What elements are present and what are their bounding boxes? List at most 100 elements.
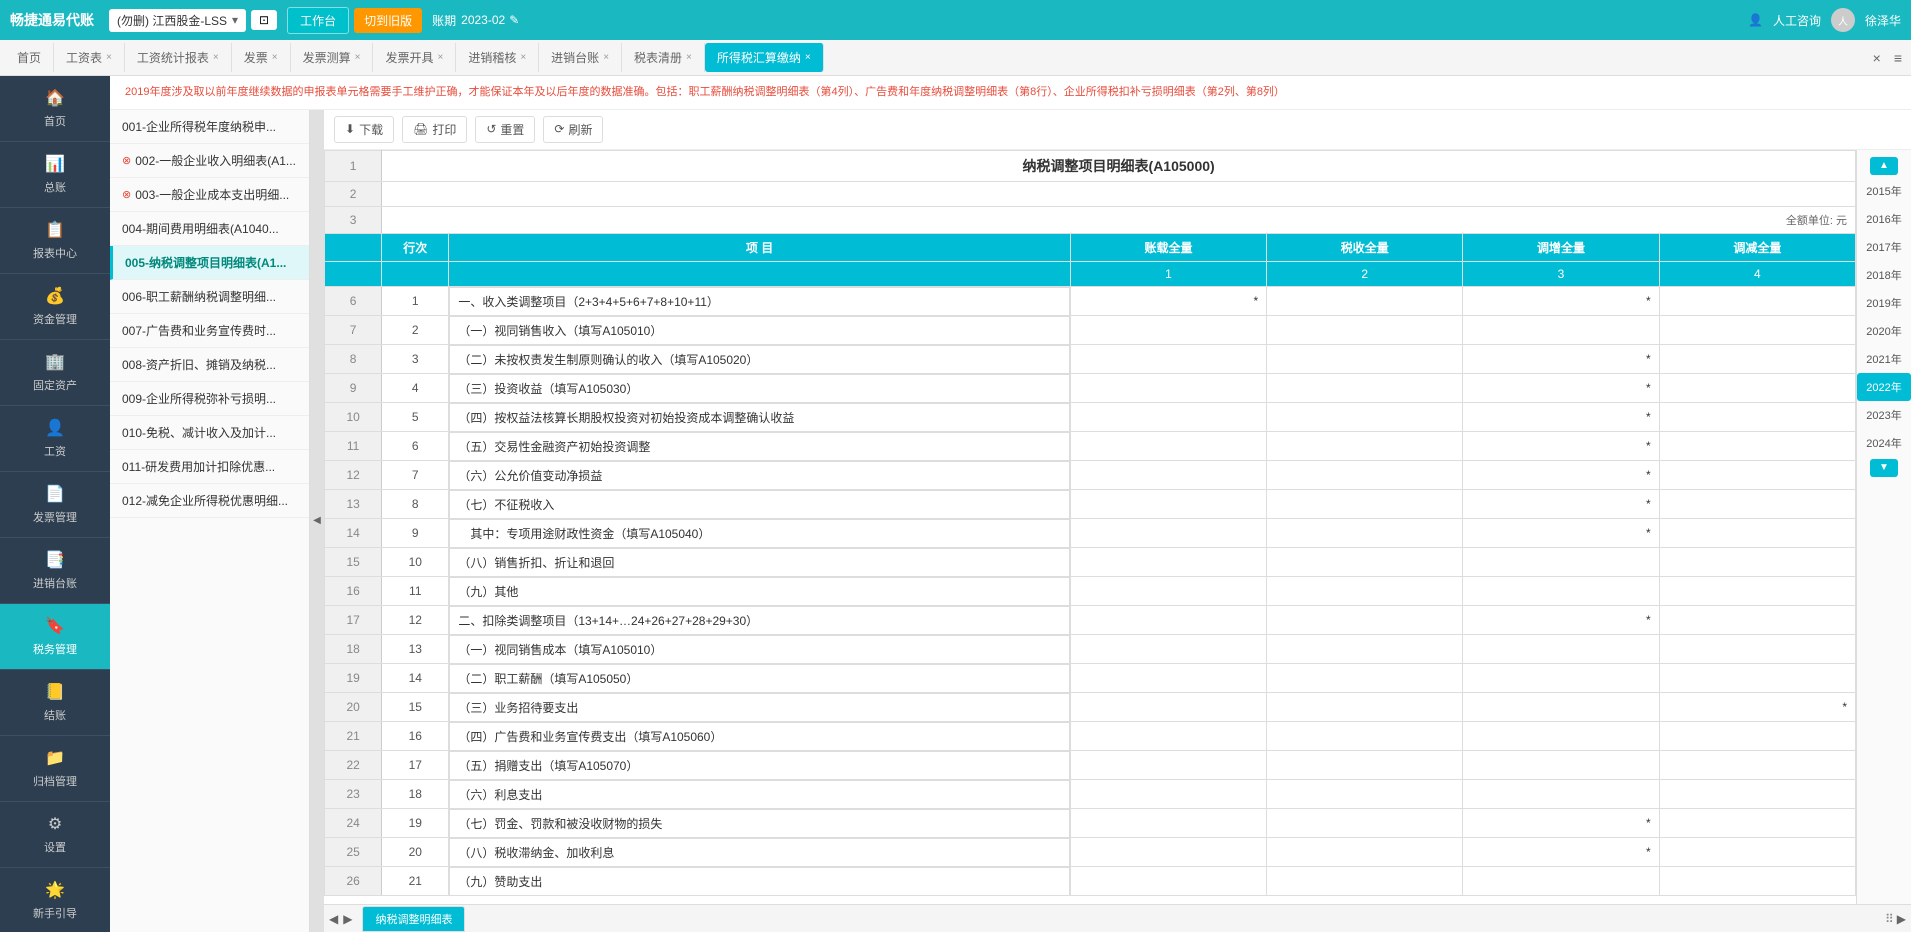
data-cell[interactable]: * bbox=[1463, 809, 1659, 838]
year-2023[interactable]: 2023年 bbox=[1857, 401, 1911, 429]
data-cell[interactable] bbox=[1659, 345, 1855, 374]
data-cell[interactable] bbox=[1267, 664, 1463, 693]
sidebar-item-close-accounts[interactable]: 📒 结账 bbox=[0, 670, 110, 736]
close-icon[interactable]: × bbox=[805, 52, 811, 63]
data-cell[interactable] bbox=[1659, 432, 1855, 461]
data-cell[interactable] bbox=[1070, 751, 1266, 780]
row-content[interactable]: （二）职工薪酬（填写A105050） bbox=[449, 664, 1070, 693]
data-cell[interactable] bbox=[1463, 316, 1659, 345]
row-content[interactable]: （二）未按权责发生制原则确认的收入（填写A105020） bbox=[449, 345, 1070, 374]
year-2019[interactable]: 2019年 bbox=[1857, 289, 1911, 317]
panel-item-010[interactable]: 010-免税、减计收入及加计... bbox=[110, 416, 309, 450]
row-content[interactable]: 其中：专项用途财政性资金（填写A105040） bbox=[449, 519, 1070, 548]
switch-version-button[interactable]: 切到旧版 bbox=[354, 8, 422, 33]
data-cell[interactable] bbox=[1070, 693, 1266, 722]
panel-item-004[interactable]: 004-期间费用明细表(A1040... bbox=[110, 212, 309, 246]
data-cell[interactable] bbox=[1659, 548, 1855, 577]
panel-item-002[interactable]: ⊗ 002-一般企业收入明细表(A1... bbox=[110, 144, 309, 178]
panel-item-008[interactable]: 008-资产折旧、摊销及纳税... bbox=[110, 348, 309, 382]
data-cell[interactable]: * bbox=[1659, 693, 1855, 722]
data-cell[interactable] bbox=[1070, 490, 1266, 519]
data-cell[interactable] bbox=[1659, 606, 1855, 635]
data-cell[interactable] bbox=[1070, 635, 1266, 664]
year-2017[interactable]: 2017年 bbox=[1857, 233, 1911, 261]
data-cell[interactable] bbox=[1070, 606, 1266, 635]
data-cell[interactable] bbox=[1659, 490, 1855, 519]
data-cell[interactable] bbox=[1070, 519, 1266, 548]
close-icon[interactable]: × bbox=[686, 52, 692, 63]
row-content[interactable]: （四）广告费和业务宣传费支出（填写A105060） bbox=[449, 722, 1070, 751]
row-content[interactable]: （六）利息支出 bbox=[449, 780, 1070, 809]
refresh-button[interactable]: ⟳ 刷新 bbox=[543, 116, 603, 143]
tab-home[interactable]: 首页 bbox=[5, 43, 54, 72]
sidebar-item-tax-mgmt[interactable]: 🔖 税务管理 bbox=[0, 604, 110, 670]
data-cell[interactable] bbox=[1267, 374, 1463, 403]
collapse-panel-button[interactable]: ◀ bbox=[310, 110, 324, 932]
row-content[interactable]: （一）视同销售成本（填写A105010） bbox=[449, 635, 1070, 664]
data-cell[interactable] bbox=[1070, 403, 1266, 432]
sidebar-item-guide[interactable]: 🌟 新手引导 bbox=[0, 868, 110, 932]
user-name[interactable]: 徐泽华 bbox=[1865, 12, 1901, 29]
data-cell[interactable] bbox=[1463, 548, 1659, 577]
data-cell[interactable]: * bbox=[1463, 519, 1659, 548]
data-cell[interactable] bbox=[1463, 722, 1659, 751]
data-cell[interactable] bbox=[1659, 577, 1855, 606]
row-content[interactable]: （七）不征税收入 bbox=[449, 490, 1070, 519]
tab-payroll[interactable]: 工资表 × bbox=[54, 43, 125, 72]
data-cell[interactable]: * bbox=[1070, 286, 1266, 316]
row-content[interactable]: （五）捐赠支出（填写A105070） bbox=[449, 751, 1070, 780]
row-content[interactable]: （七）罚金、罚款和被没收财物的损失 bbox=[449, 809, 1070, 838]
data-cell[interactable] bbox=[1070, 838, 1266, 867]
data-cell[interactable] bbox=[1659, 809, 1855, 838]
tab-sales-check[interactable]: 进销稽核 × bbox=[456, 43, 539, 72]
print-button[interactable]: 🖨 打印 bbox=[402, 116, 467, 143]
tab-tax-list[interactable]: 税表清册 × bbox=[622, 43, 705, 72]
data-cell[interactable] bbox=[1659, 780, 1855, 809]
tab-menu-icon[interactable]: ≡ bbox=[1890, 50, 1906, 66]
year-2020[interactable]: 2020年 bbox=[1857, 317, 1911, 345]
panel-item-001[interactable]: 001-企业所得税年度纳税申... bbox=[110, 110, 309, 144]
year-2022[interactable]: 2022年 bbox=[1857, 373, 1911, 401]
data-cell[interactable] bbox=[1070, 374, 1266, 403]
panel-item-009[interactable]: 009-企业所得税弥补亏损明... bbox=[110, 382, 309, 416]
close-icon[interactable]: × bbox=[272, 52, 278, 63]
bottom-scroll-right-icon[interactable]: ▶ bbox=[1897, 912, 1906, 926]
sidebar-item-ledger[interactable]: 📊 总账 bbox=[0, 142, 110, 208]
sidebar-item-archive[interactable]: 📁 归档管理 bbox=[0, 736, 110, 802]
row-content[interactable]: （一）视同销售收入（填写A105010） bbox=[449, 316, 1070, 345]
data-cell[interactable]: * bbox=[1463, 606, 1659, 635]
copy-icon[interactable]: ⊡ bbox=[251, 10, 277, 30]
data-cell[interactable] bbox=[1267, 461, 1463, 490]
data-cell[interactable] bbox=[1659, 867, 1855, 896]
data-cell[interactable] bbox=[1267, 519, 1463, 548]
data-cell[interactable] bbox=[1070, 664, 1266, 693]
close-icon[interactable]: × bbox=[603, 52, 609, 63]
tab-payroll-report[interactable]: 工资统计报表 × bbox=[125, 43, 232, 72]
year-2024[interactable]: 2024年 bbox=[1857, 429, 1911, 457]
data-cell[interactable]: * bbox=[1463, 403, 1659, 432]
data-cell[interactable] bbox=[1463, 867, 1659, 896]
data-cell[interactable] bbox=[1070, 432, 1266, 461]
row-content[interactable]: （六）公允价值变动净损益 bbox=[449, 461, 1070, 490]
row-content[interactable]: （八）销售折扣、折让和退回 bbox=[449, 548, 1070, 577]
sidebar-item-sales-ledger[interactable]: 📑 进销台账 bbox=[0, 538, 110, 604]
sidebar-item-assets[interactable]: 🏢 固定资产 bbox=[0, 340, 110, 406]
data-cell[interactable] bbox=[1070, 548, 1266, 577]
data-cell[interactable] bbox=[1070, 345, 1266, 374]
tab-invoice-open[interactable]: 发票开具 × bbox=[373, 43, 456, 72]
data-cell[interactable] bbox=[1267, 751, 1463, 780]
data-cell[interactable] bbox=[1659, 316, 1855, 345]
data-cell[interactable] bbox=[1267, 548, 1463, 577]
tab-tax-settlement[interactable]: 所得税汇算缴纳 × bbox=[705, 43, 824, 72]
sidebar-item-payroll[interactable]: 👤 工资 bbox=[0, 406, 110, 472]
row-content[interactable]: （三）投资收益（填写A105030） bbox=[449, 374, 1070, 403]
row-content[interactable]: （三）业务招待要支出 bbox=[449, 693, 1070, 722]
data-cell[interactable] bbox=[1463, 693, 1659, 722]
data-cell[interactable] bbox=[1267, 577, 1463, 606]
data-cell[interactable] bbox=[1659, 838, 1855, 867]
data-cell[interactable] bbox=[1070, 722, 1266, 751]
data-cell[interactable]: * bbox=[1463, 345, 1659, 374]
close-icon[interactable]: × bbox=[520, 52, 526, 63]
row-content[interactable]: （九）其他 bbox=[449, 577, 1070, 606]
data-cell[interactable]: * bbox=[1463, 286, 1659, 316]
